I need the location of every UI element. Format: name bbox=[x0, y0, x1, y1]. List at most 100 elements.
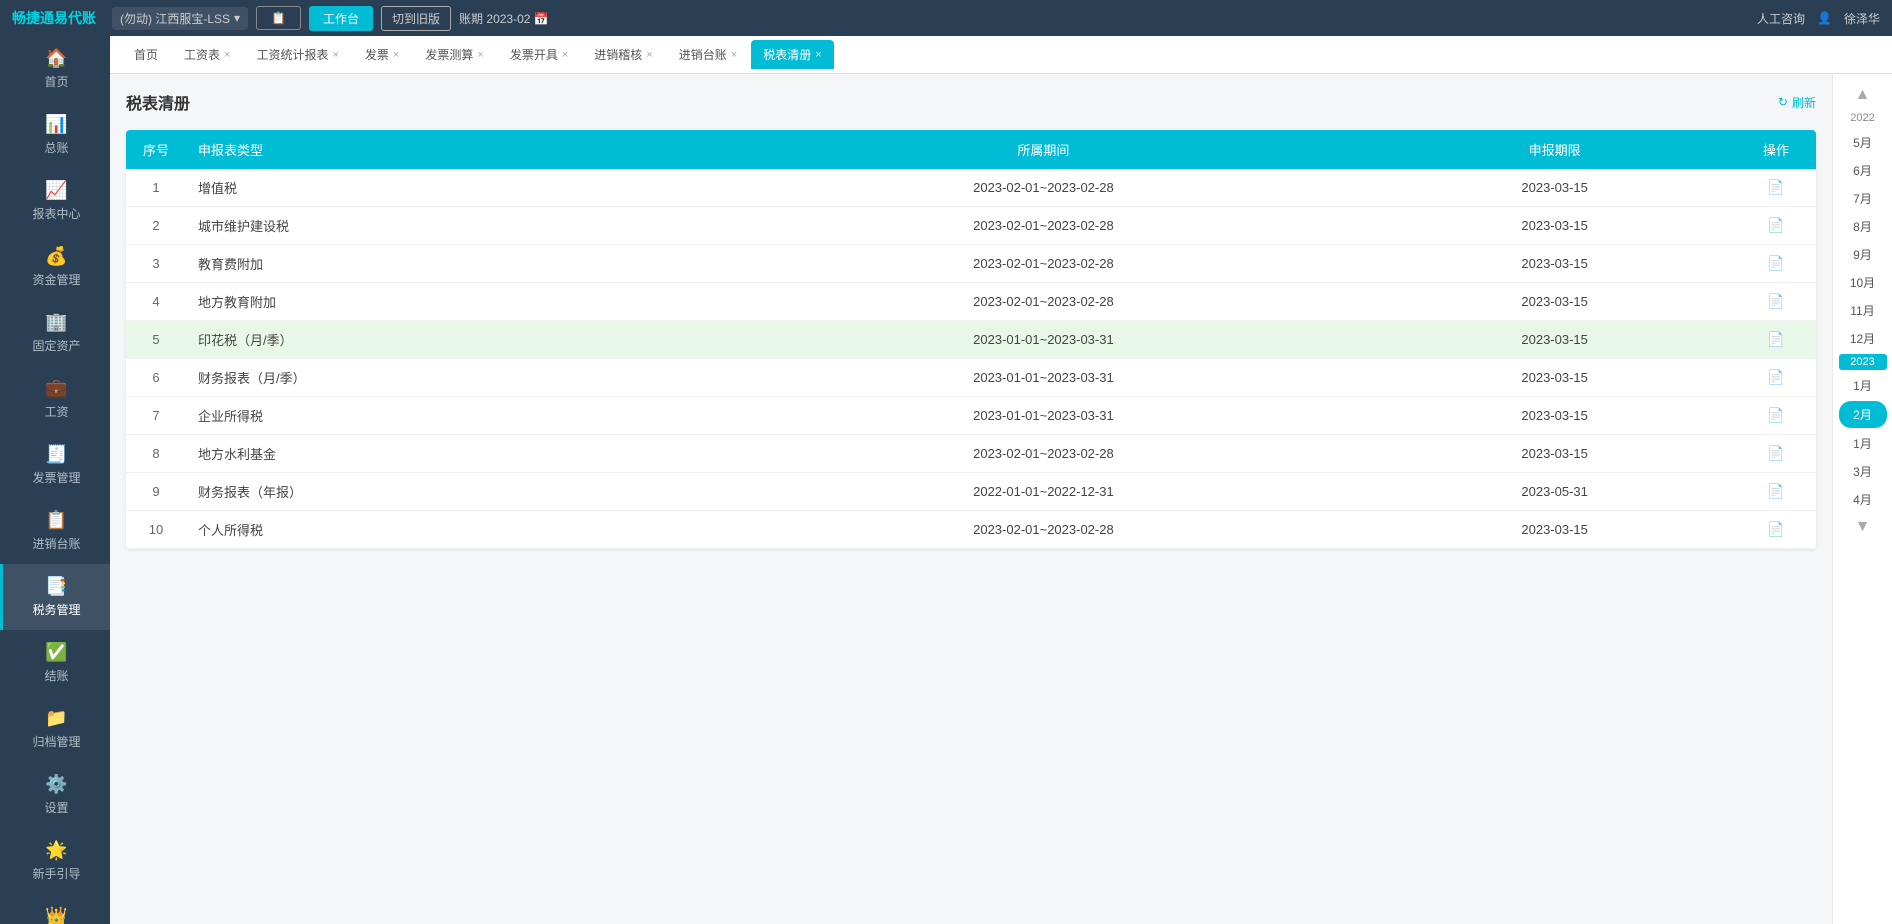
tab-salary-report[interactable]: 工资统计报表 × bbox=[244, 40, 350, 69]
settlement-icon: ✅ bbox=[45, 642, 67, 663]
month-jan[interactable]: 1月 bbox=[1839, 372, 1887, 399]
cell-type: 城市维护建设税 bbox=[186, 207, 714, 245]
sidebar-label-guide: 新手引导 bbox=[32, 865, 80, 882]
month-item[interactable]: 7月 bbox=[1839, 185, 1887, 212]
cell-action[interactable]: 📄 bbox=[1736, 511, 1816, 549]
action-icon[interactable]: 📄 bbox=[1767, 217, 1784, 233]
cell-deadline: 2023-03-15 bbox=[1373, 283, 1736, 321]
sidebar-item-purchase[interactable]: 📋 进销台账 bbox=[0, 498, 110, 564]
sidebar: 🏠 首页 📊 总账 📈 报表中心 💰 资金管理 🏢 固定资产 💼 工资 🧾 发票… bbox=[0, 36, 110, 924]
tab-invoice-open[interactable]: 发票开具 × bbox=[498, 40, 580, 69]
month-item[interactable]: 6月 bbox=[1839, 157, 1887, 184]
sidebar-item-settings[interactable]: ⚙️ 设置 bbox=[0, 762, 110, 828]
action-icon[interactable]: 📄 bbox=[1767, 255, 1784, 271]
sidebar-item-vip[interactable]: 👑 畅会员 bbox=[0, 894, 110, 924]
cell-type: 地方水利基金 bbox=[186, 435, 714, 473]
action-icon[interactable]: 📄 bbox=[1767, 369, 1784, 385]
tab-tax-list[interactable]: 税表清册 × bbox=[751, 40, 833, 69]
month-item[interactable]: 9月 bbox=[1839, 241, 1887, 268]
page-content: 税表清册 ↻ 刷新 序号 申报表类型 所属期间 申报期限 操作 bbox=[110, 74, 1892, 924]
settings-icon: ⚙️ bbox=[45, 774, 67, 795]
tab-close-purchase-check[interactable]: × bbox=[646, 49, 652, 61]
sidebar-item-salary[interactable]: 💼 工资 bbox=[0, 366, 110, 432]
cell-action[interactable]: 📄 bbox=[1736, 321, 1816, 359]
action-icon[interactable]: 📄 bbox=[1767, 331, 1784, 347]
col-action: 操作 bbox=[1736, 130, 1816, 169]
action-icon[interactable]: 📄 bbox=[1767, 521, 1784, 537]
cell-deadline: 2023-03-15 bbox=[1373, 397, 1736, 435]
copy-btn[interactable]: 📋 bbox=[256, 6, 301, 30]
month-item[interactable]: 1月 bbox=[1839, 430, 1887, 457]
cell-type: 企业所得税 bbox=[186, 397, 714, 435]
cell-action[interactable]: 📄 bbox=[1736, 473, 1816, 511]
cell-action[interactable]: 📄 bbox=[1736, 245, 1816, 283]
cell-period: 2023-01-01~2023-03-31 bbox=[714, 321, 1374, 359]
month-item[interactable]: 3月 bbox=[1839, 458, 1887, 485]
tab-close-invoice-calc[interactable]: × bbox=[477, 49, 483, 61]
tab-home[interactable]: 首页 bbox=[122, 40, 170, 69]
tab-close-salary[interactable]: × bbox=[224, 49, 230, 61]
sidebar-item-assets[interactable]: 🏢 固定资产 bbox=[0, 300, 110, 366]
action-icon[interactable]: 📄 bbox=[1767, 407, 1784, 423]
tab-purchase-check[interactable]: 进销稽核 × bbox=[582, 40, 664, 69]
sidebar-item-guide[interactable]: 🌟 新手引导 bbox=[0, 828, 110, 894]
table-row: 1 增值税 2023-02-01~2023-02-28 2023-03-15 📄 bbox=[126, 169, 1816, 207]
panel-down-arrow[interactable]: ▼ bbox=[1851, 514, 1875, 540]
sidebar-item-ledger[interactable]: 📊 总账 bbox=[0, 102, 110, 168]
tab-salary[interactable]: 工资表 × bbox=[172, 40, 242, 69]
cell-period: 2023-01-01~2023-03-31 bbox=[714, 397, 1374, 435]
month-item[interactable]: 4月 bbox=[1839, 486, 1887, 513]
action-icon[interactable]: 📄 bbox=[1767, 483, 1784, 499]
sidebar-item-home[interactable]: 🏠 首页 bbox=[0, 36, 110, 102]
tab-invoice[interactable]: 发票 × bbox=[353, 40, 411, 69]
cell-action[interactable]: 📄 bbox=[1736, 283, 1816, 321]
month-item[interactable]: 11月 bbox=[1839, 297, 1887, 324]
month-item[interactable]: 8月 bbox=[1839, 213, 1887, 240]
salary-icon: 💼 bbox=[45, 378, 67, 399]
sidebar-item-reports[interactable]: 📈 报表中心 bbox=[0, 168, 110, 234]
main-layout: 🏠 首页 📊 总账 📈 报表中心 💰 资金管理 🏢 固定资产 💼 工资 🧾 发票… bbox=[0, 36, 1892, 924]
cell-action[interactable]: 📄 bbox=[1736, 397, 1816, 435]
panel-up-arrow[interactable]: ▲ bbox=[1851, 82, 1875, 108]
month-feb-active[interactable]: 2月 bbox=[1839, 401, 1887, 428]
sidebar-item-archive[interactable]: 📁 归档管理 bbox=[0, 696, 110, 762]
cell-action[interactable]: 📄 bbox=[1736, 169, 1816, 207]
cell-deadline: 2023-03-15 bbox=[1373, 359, 1736, 397]
tab-close-tax-list[interactable]: × bbox=[815, 49, 821, 61]
tab-close-salary-report[interactable]: × bbox=[332, 49, 338, 61]
sidebar-label-purchase: 进销台账 bbox=[32, 535, 80, 552]
home-icon: 🏠 bbox=[45, 48, 67, 69]
table-row: 5 印花税（月/季） 2023-01-01~2023-03-31 2023-03… bbox=[126, 321, 1816, 359]
refresh-btn[interactable]: ↻ 刷新 bbox=[1778, 94, 1816, 111]
month-item[interactable]: 12月 bbox=[1839, 325, 1887, 352]
sidebar-item-tax[interactable]: 📑 税务管理 bbox=[0, 564, 110, 630]
workbench-btn[interactable]: 工作台 bbox=[309, 6, 373, 31]
table-row: 6 财务报表（月/季） 2023-01-01~2023-03-31 2023-0… bbox=[126, 359, 1816, 397]
tab-purchase-ledger[interactable]: 进销台账 × bbox=[667, 40, 749, 69]
company-selector[interactable]: (勿动) 江西服宝-LSS ▾ bbox=[112, 7, 248, 30]
tab-close-purchase-ledger[interactable]: × bbox=[731, 49, 737, 61]
sidebar-item-settlement[interactable]: ✅ 结账 bbox=[0, 630, 110, 696]
chevron-down-icon: ▾ bbox=[234, 11, 240, 25]
month-item[interactable]: 10月 bbox=[1839, 269, 1887, 296]
action-icon[interactable]: 📄 bbox=[1767, 179, 1784, 195]
cell-action[interactable]: 📄 bbox=[1736, 207, 1816, 245]
cell-action[interactable]: 📄 bbox=[1736, 435, 1816, 473]
action-icon[interactable]: 📄 bbox=[1767, 293, 1784, 309]
sidebar-item-invoices[interactable]: 🧾 发票管理 bbox=[0, 432, 110, 498]
cell-type: 增值税 bbox=[186, 169, 714, 207]
cell-no: 6 bbox=[126, 359, 186, 397]
sidebar-item-funds[interactable]: 💰 资金管理 bbox=[0, 234, 110, 300]
col-type: 申报表类型 bbox=[186, 130, 714, 169]
cell-action[interactable]: 📄 bbox=[1736, 359, 1816, 397]
month-item[interactable]: 5月 bbox=[1839, 129, 1887, 156]
cell-period: 2023-02-01~2023-02-28 bbox=[714, 245, 1374, 283]
ai-consult-btn[interactable]: 人工咨询 bbox=[1757, 10, 1805, 27]
cell-deadline: 2023-05-31 bbox=[1373, 473, 1736, 511]
company-name: (勿动) 江西服宝-LSS bbox=[120, 10, 230, 27]
action-icon[interactable]: 📄 bbox=[1767, 445, 1784, 461]
tab-close-invoice[interactable]: × bbox=[393, 49, 399, 61]
tab-close-invoice-open[interactable]: × bbox=[562, 49, 568, 61]
switch-old-btn[interactable]: 切到旧版 bbox=[381, 6, 451, 31]
tab-invoice-calc[interactable]: 发票测算 × bbox=[413, 40, 495, 69]
